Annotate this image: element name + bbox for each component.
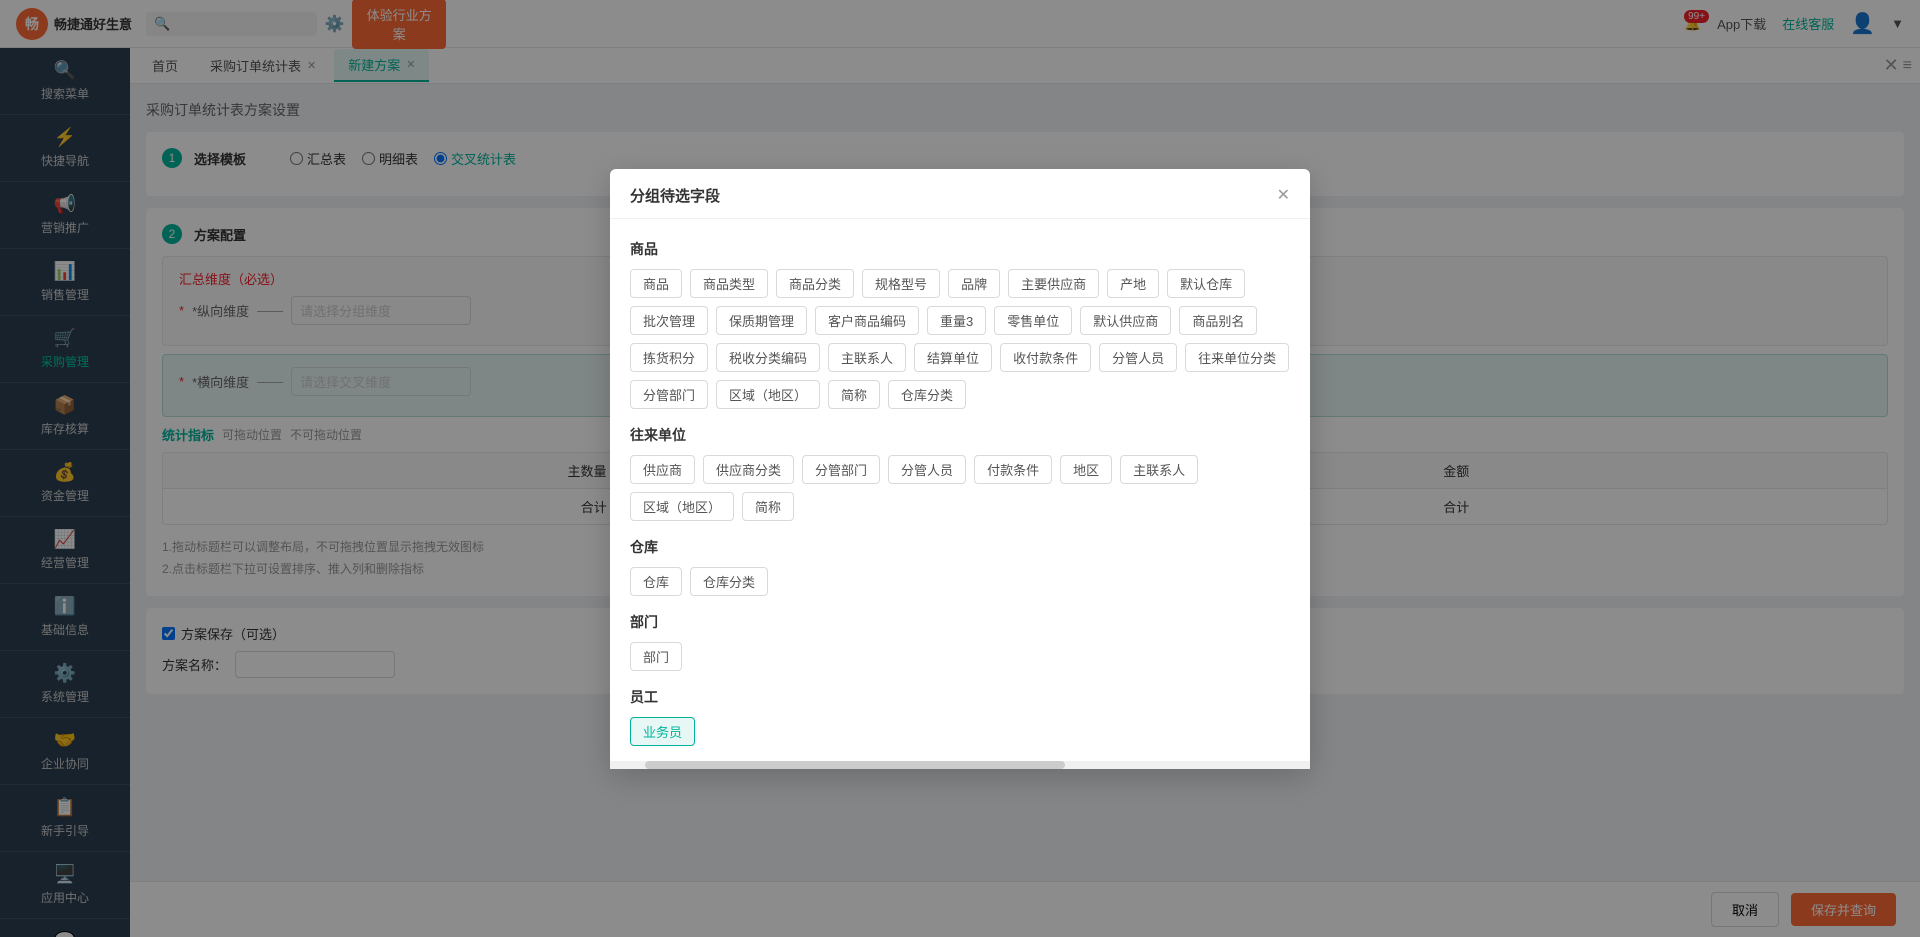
section-title-warehouse: 仓库 (630, 537, 1290, 557)
field-grid-employee: 业务员 (630, 717, 1290, 746)
field-tag-pick-points[interactable]: 拣货积分 (630, 343, 708, 372)
field-tag-default-supplier[interactable]: 默认供应商 (1080, 306, 1171, 335)
field-tag-contact-category[interactable]: 往来单位分类 (1185, 343, 1289, 372)
modal-scroll-thumb (645, 761, 1065, 769)
modal-overlay: 分组待选字段 ✕ 商品 商品 商品类型 商品分类 规格型号 品牌 主要供应商 产… (0, 0, 1920, 937)
field-tag-spec-model[interactable]: 规格型号 (862, 269, 940, 298)
field-tag-goods[interactable]: 商品 (630, 269, 682, 298)
field-tag-dept[interactable]: 部门 (630, 642, 682, 671)
field-tag-weight3[interactable]: 重量3 (927, 306, 986, 335)
field-tag-short-name-goods[interactable]: 简称 (828, 380, 880, 409)
field-tag-payment-terms[interactable]: 收付款条件 (1000, 343, 1091, 372)
field-tag-region-partner[interactable]: 地区 (1060, 455, 1112, 484)
field-tag-goods-alias[interactable]: 商品别名 (1179, 306, 1257, 335)
field-grid-goods: 商品 商品类型 商品分类 规格型号 品牌 主要供应商 产地 默认仓库 批次管理 … (630, 269, 1290, 409)
modal-body[interactable]: 商品 商品 商品类型 商品分类 规格型号 品牌 主要供应商 产地 默认仓库 批次… (610, 219, 1310, 761)
field-grid-warehouse: 仓库 仓库分类 (630, 567, 1290, 596)
field-tag-batch-manage[interactable]: 批次管理 (630, 306, 708, 335)
field-tag-brand[interactable]: 品牌 (948, 269, 1000, 298)
field-select-modal: 分组待选字段 ✕ 商品 商品 商品类型 商品分类 规格型号 品牌 主要供应商 产… (610, 169, 1310, 769)
field-grid-partner: 供应商 供应商分类 分管部门 分管人员 付款条件 地区 主联系人 区域（地区） … (630, 455, 1290, 521)
field-tag-region-goods[interactable]: 区域（地区） (716, 380, 820, 409)
field-tag-goods-category[interactable]: 商品分类 (776, 269, 854, 298)
field-tag-warehouse[interactable]: 仓库 (630, 567, 682, 596)
field-tag-warehouse-category[interactable]: 仓库分类 (690, 567, 768, 596)
section-title-employee: 员工 (630, 687, 1290, 707)
field-tag-contact-partner[interactable]: 主联系人 (1120, 455, 1198, 484)
field-tag-main-contact[interactable]: 主联系人 (828, 343, 906, 372)
field-tag-supplier-category[interactable]: 供应商分类 (703, 455, 794, 484)
section-title-goods: 商品 (630, 239, 1290, 259)
field-tag-pay-terms-partner[interactable]: 付款条件 (974, 455, 1052, 484)
modal-title: 分组待选字段 (630, 185, 720, 206)
field-tag-main-supplier[interactable]: 主要供应商 (1008, 269, 1099, 298)
field-tag-origin[interactable]: 产地 (1107, 269, 1159, 298)
field-tag-retail-unit[interactable]: 零售单位 (994, 306, 1072, 335)
section-title-partner: 往来单位 (630, 425, 1290, 445)
field-tag-warehouse-category-goods[interactable]: 仓库分类 (888, 380, 966, 409)
field-tag-goods-type[interactable]: 商品类型 (690, 269, 768, 298)
field-grid-dept: 部门 (630, 642, 1290, 671)
field-tag-tax-code[interactable]: 税收分类编码 (716, 343, 820, 372)
field-tag-supplier[interactable]: 供应商 (630, 455, 695, 484)
modal-scroll-track[interactable] (610, 761, 1310, 769)
field-tag-customer-code[interactable]: 客户商品编码 (815, 306, 919, 335)
field-tag-supervisor-person[interactable]: 分管人员 (1099, 343, 1177, 372)
field-tag-settlement-unit[interactable]: 结算单位 (914, 343, 992, 372)
field-tag-salesperson[interactable]: 业务员 (630, 717, 695, 746)
field-tag-supervisor-dept[interactable]: 分管部门 (630, 380, 708, 409)
field-tag-person-partner[interactable]: 分管人员 (888, 455, 966, 484)
field-tag-expiry-manage[interactable]: 保质期管理 (716, 306, 807, 335)
modal-close-button[interactable]: ✕ (1277, 185, 1290, 205)
section-title-dept: 部门 (630, 612, 1290, 632)
field-tag-dept-partner[interactable]: 分管部门 (802, 455, 880, 484)
field-tag-default-warehouse[interactable]: 默认仓库 (1167, 269, 1245, 298)
modal-header: 分组待选字段 ✕ (610, 169, 1310, 219)
field-tag-short-partner[interactable]: 简称 (742, 492, 794, 521)
field-tag-area-partner[interactable]: 区域（地区） (630, 492, 734, 521)
